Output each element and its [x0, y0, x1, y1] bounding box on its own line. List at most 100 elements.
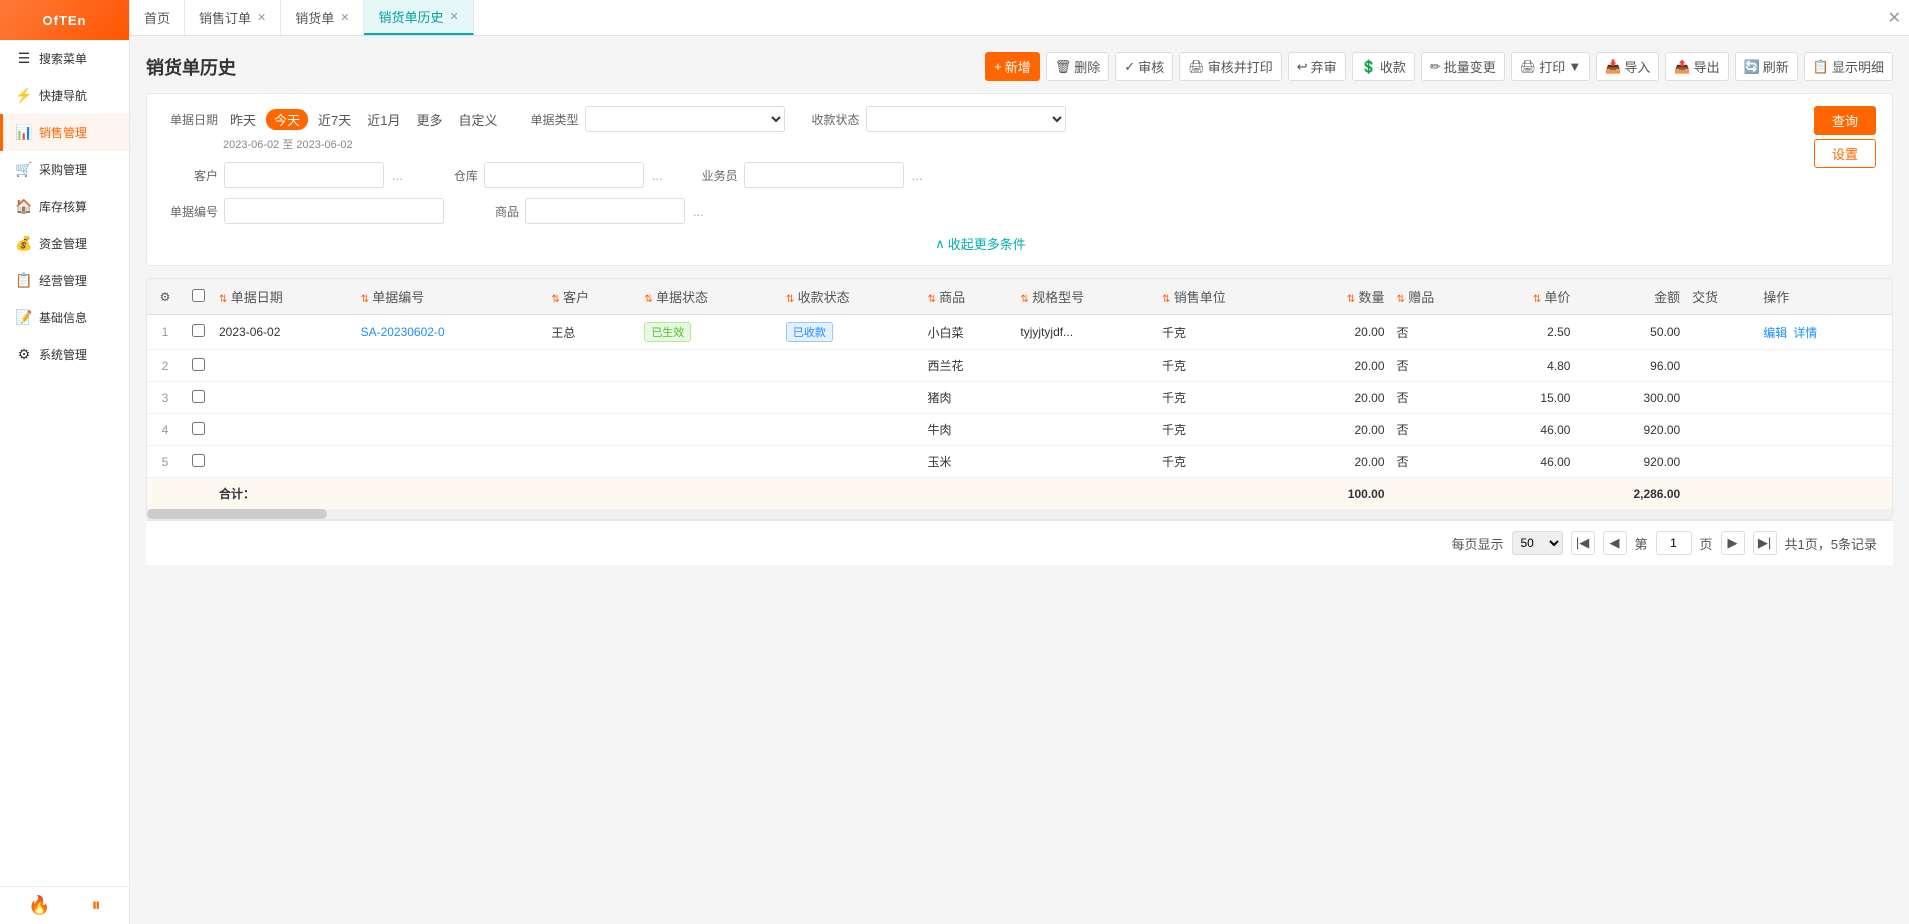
set-button[interactable]: 设置: [1814, 139, 1876, 168]
row-checkbox[interactable]: [192, 358, 205, 371]
sort-qty-icon[interactable]: ⇅: [1347, 294, 1355, 305]
date-quick-1month[interactable]: 近1月: [361, 109, 406, 130]
sidebar-item-search-menu[interactable]: ☰ 搜索菜单: [0, 40, 129, 77]
col-order-no: ⇅ 单据编号: [355, 279, 546, 315]
last-page-btn[interactable]: ▶|: [1753, 531, 1777, 555]
query-button[interactable]: 查询: [1814, 106, 1876, 135]
cell-price: 15.00: [1483, 382, 1576, 414]
cell-date: [213, 382, 355, 414]
row-checkbox[interactable]: [192, 324, 205, 337]
tab-sales-order-close[interactable]: ✕: [257, 11, 266, 24]
sort-price-icon[interactable]: ⇅: [1533, 294, 1541, 305]
sort-customer-icon[interactable]: ⇅: [551, 294, 559, 305]
tab-sales-order[interactable]: 销售订单 ✕: [185, 0, 281, 35]
sort-gift-icon[interactable]: ⇅: [1397, 294, 1405, 305]
sidebar-item-base-info[interactable]: 📝 基础信息: [0, 299, 129, 336]
per-page-select[interactable]: 50 100 200: [1512, 531, 1563, 555]
sort-unit-icon[interactable]: ⇅: [1162, 294, 1170, 305]
type-select[interactable]: [585, 106, 785, 132]
sidebar-item-stock-calc[interactable]: 🏠 库存核算: [0, 188, 129, 225]
row-checkbox[interactable]: [192, 422, 205, 435]
sort-orderno-icon[interactable]: ⇅: [361, 294, 369, 305]
import-button[interactable]: 📥 导入: [1596, 52, 1659, 81]
sidebar-item-sys-mgmt[interactable]: ⚙ 系统管理: [0, 336, 129, 373]
date-quick-custom[interactable]: 自定义: [453, 109, 504, 130]
batch-change-button[interactable]: ✏ 批量变更: [1421, 52, 1505, 81]
action-详情[interactable]: 详情: [1793, 326, 1817, 340]
sidebar-item-fund-mgmt[interactable]: 💰 资金管理: [0, 225, 129, 262]
delete-button[interactable]: 🗑 删除: [1046, 52, 1110, 81]
prev-page-btn[interactable]: ◀: [1603, 531, 1627, 555]
date-quick-more[interactable]: 更多: [411, 109, 449, 130]
cell-order-status: [638, 414, 780, 446]
select-all-checkbox[interactable]: [192, 289, 205, 302]
customer-input[interactable]: [224, 162, 384, 188]
sidebar-item-quick-nav[interactable]: ⚡ 快捷导航: [0, 77, 129, 114]
collapse-button[interactable]: ∧ 收起更多条件: [935, 234, 1026, 253]
show-detail-button[interactable]: 📋 显示明细: [1804, 52, 1893, 81]
cell-spec: [1014, 446, 1156, 478]
row-checkbox-cell[interactable]: [183, 382, 213, 414]
new-button[interactable]: + 新增: [985, 52, 1040, 81]
table-footer: 合计： 100.00 2,286.00: [147, 478, 1892, 510]
tab-sales-goods-close[interactable]: ✕: [340, 11, 349, 24]
col-spec: ⇅ 规格型号: [1014, 279, 1156, 315]
warehouse-label: 仓库: [423, 167, 478, 184]
warehouse-input[interactable]: [484, 162, 644, 188]
sort-paymentstatus-icon[interactable]: ⇅: [786, 294, 794, 305]
col-gear[interactable]: ⚙: [147, 279, 183, 315]
table-row: 5 玉米 千克 20.00 否 46.00 920.00: [147, 446, 1892, 478]
payment-select[interactable]: [866, 106, 1066, 132]
date-quick-today[interactable]: 今天: [266, 109, 308, 130]
sidebar-bottom-btn2[interactable]: ⏸: [92, 895, 101, 916]
base-info-icon: 📝: [15, 309, 33, 326]
cell-delivery: [1686, 350, 1757, 382]
sidebar-item-sales-mgmt[interactable]: 📊 销售管理: [0, 114, 129, 151]
audit-button[interactable]: ✓ 审核: [1115, 52, 1173, 81]
next-page-btn[interactable]: ▶: [1721, 531, 1745, 555]
row-checkbox-cell[interactable]: [183, 446, 213, 478]
collect-button[interactable]: 💲 收款: [1352, 52, 1415, 81]
date-quick-7days[interactable]: 近7天: [312, 109, 357, 130]
first-page-btn[interactable]: |◀: [1571, 531, 1595, 555]
goods-dots[interactable]: ...: [693, 204, 704, 219]
row-checkbox-cell[interactable]: [183, 315, 213, 350]
col-checkbox[interactable]: [183, 279, 213, 315]
filter-staff-field: 业务员 ...: [683, 162, 923, 188]
row-checkbox[interactable]: [192, 454, 205, 467]
tab-sales-history[interactable]: 销货单历史 ✕: [364, 0, 473, 35]
sort-orderstatus-icon[interactable]: ⇅: [644, 294, 652, 305]
tab-home[interactable]: 首页: [130, 0, 185, 35]
staff-dots[interactable]: ...: [912, 168, 923, 183]
sort-date-icon[interactable]: ⇅: [219, 294, 227, 305]
ordernum-input[interactable]: [224, 198, 444, 224]
staff-input[interactable]: [744, 162, 904, 188]
date-quick-yesterday[interactable]: 昨天: [224, 109, 262, 130]
goods-input[interactable]: [525, 198, 685, 224]
abandon-button[interactable]: ↩ 弃审: [1288, 52, 1346, 81]
audit-print-button[interactable]: 🖨 审核并打印: [1179, 52, 1282, 81]
sidebar-item-biz-mgmt[interactable]: 📋 经营管理: [0, 262, 129, 299]
refresh-button[interactable]: 🔄 刷新: [1735, 52, 1798, 81]
sidebar-item-purchase-mgmt[interactable]: 🛒 采购管理: [0, 151, 129, 188]
row-checkbox-cell[interactable]: [183, 414, 213, 446]
tab-sales-history-close[interactable]: ✕: [450, 10, 459, 23]
current-page-input[interactable]: [1656, 531, 1692, 555]
tab-bar-close-all[interactable]: ✕: [1888, 8, 1909, 28]
export-button[interactable]: 📤 导出: [1665, 52, 1728, 81]
scrollbar-thumb[interactable]: [147, 509, 327, 519]
print-button[interactable]: 🖨 打印 ▼: [1511, 52, 1590, 81]
row-checkbox-cell[interactable]: [183, 350, 213, 382]
customer-dots[interactable]: ...: [392, 168, 403, 183]
row-checkbox[interactable]: [192, 390, 205, 403]
warehouse-dots[interactable]: ...: [652, 168, 663, 183]
order-no-link[interactable]: SA-20230602-0: [361, 325, 445, 339]
sort-spec-icon[interactable]: ⇅: [1020, 294, 1028, 305]
horizontal-scrollbar[interactable]: [147, 509, 1892, 519]
new-icon: +: [994, 59, 1002, 74]
action-编辑[interactable]: 编辑: [1763, 326, 1787, 340]
sidebar-bottom-btn1[interactable]: 🔥: [28, 895, 50, 916]
tab-sales-goods[interactable]: 销货单 ✕: [281, 0, 364, 35]
sort-goods-icon[interactable]: ⇅: [927, 294, 935, 305]
col-unit: ⇅ 销售单位: [1156, 279, 1298, 315]
